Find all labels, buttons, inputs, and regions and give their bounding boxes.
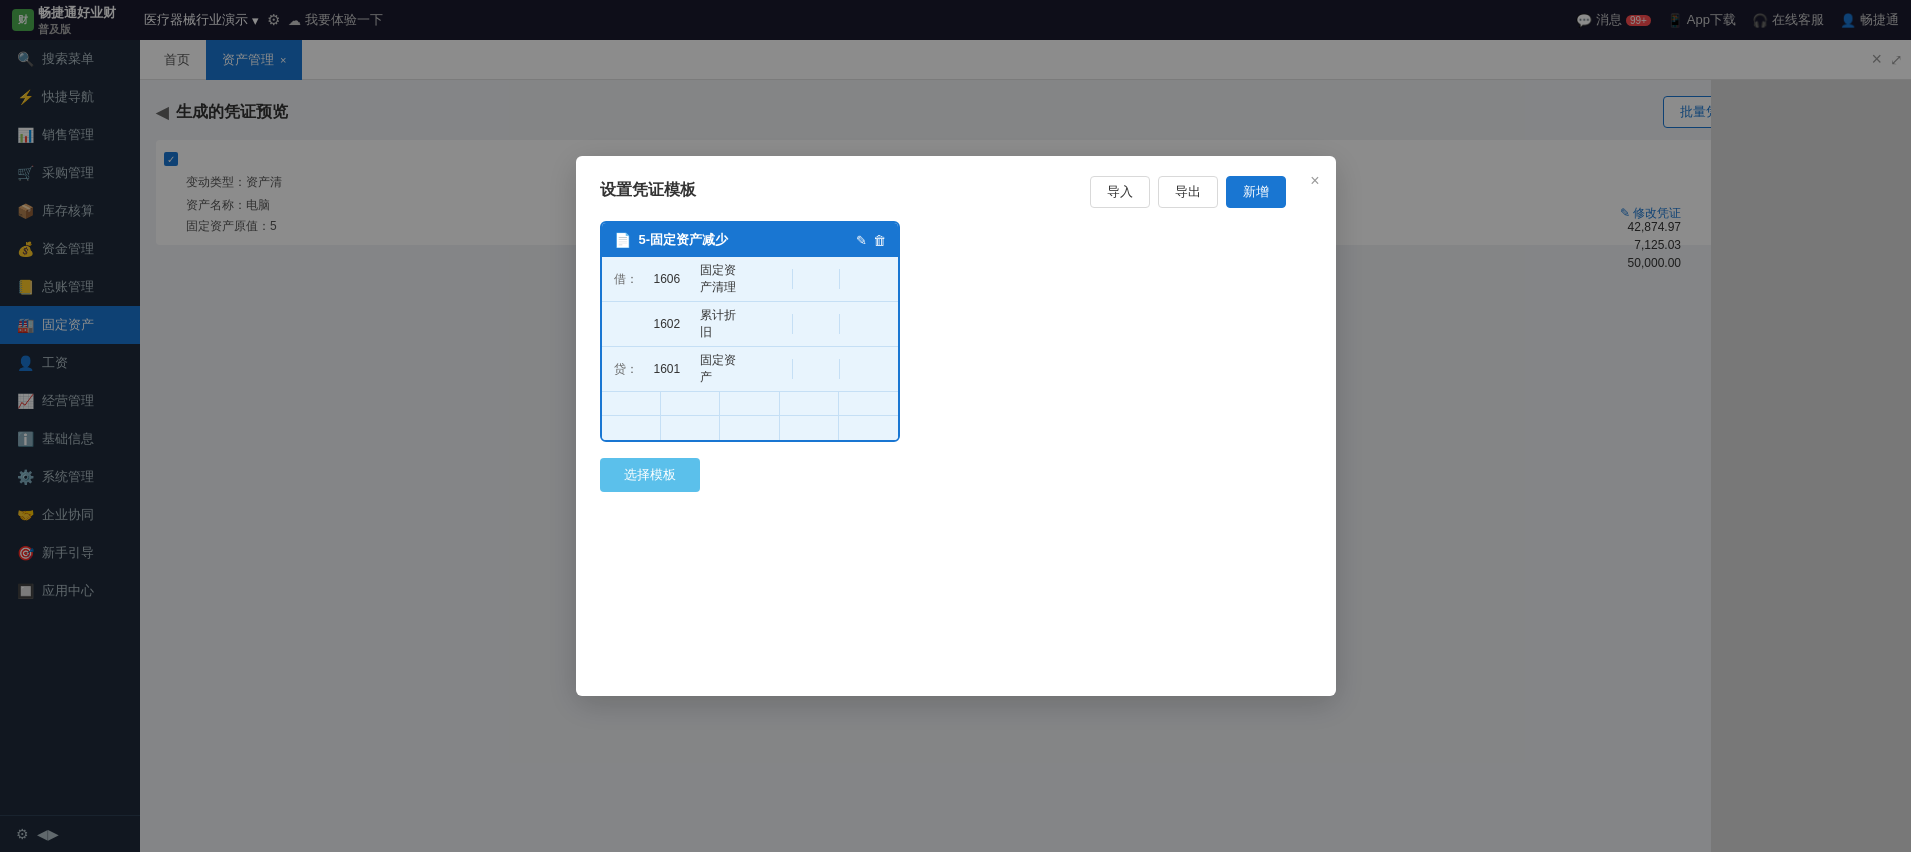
select-template-button[interactable]: 选择模板	[600, 458, 700, 492]
entry-3-name: 固定资产	[700, 352, 746, 386]
entry-1-name: 固定资产清理	[700, 262, 746, 296]
template-card-title: 5-固定资产减少	[639, 231, 848, 249]
entry-1-type: 借：	[614, 271, 654, 288]
template-card-actions: ✎ 🗑	[856, 233, 886, 248]
modal-overlay: 设置凭证模板 导入 导出 新增 × 📄 5-固定资产减少 ✎ 🗑 借：	[0, 0, 1911, 852]
entry-2-col2	[793, 314, 840, 334]
modal-dialog: 设置凭证模板 导入 导出 新增 × 📄 5-固定资产减少 ✎ 🗑 借：	[576, 156, 1336, 696]
template-doc-icon: 📄	[614, 232, 631, 248]
template-card-body: 借： 1606 固定资产清理 1602 累计折旧 贷：	[602, 257, 898, 440]
template-entry-2: 1602 累计折旧	[602, 302, 898, 347]
template-entry-3: 贷： 1601 固定资产	[602, 347, 898, 392]
entry-3-col1	[746, 359, 793, 379]
template-empty-row-1	[602, 392, 898, 416]
import-button[interactable]: 导入	[1090, 176, 1150, 208]
modal-top-actions: 导入 导出 新增	[1090, 176, 1286, 208]
entry-3-code: 1601	[654, 362, 700, 376]
entry-1-col3	[840, 269, 886, 289]
entry-2-code: 1602	[654, 317, 700, 331]
entry-1-col2	[793, 269, 840, 289]
template-card: 📄 5-固定资产减少 ✎ 🗑 借： 1606 固定资产清理	[600, 221, 900, 442]
template-delete-button[interactable]: 🗑	[873, 233, 886, 248]
template-empty-row-2	[602, 416, 898, 440]
template-card-header: 📄 5-固定资产减少 ✎ 🗑	[602, 223, 898, 257]
entry-3-col2	[793, 359, 840, 379]
export-button[interactable]: 导出	[1158, 176, 1218, 208]
entry-2-col1	[746, 314, 793, 334]
entry-3-col3	[840, 359, 886, 379]
entry-3-type: 贷：	[614, 361, 654, 378]
template-edit-button[interactable]: ✎	[856, 233, 867, 248]
modal-close-button[interactable]: ×	[1310, 172, 1319, 190]
entry-2-name: 累计折旧	[700, 307, 746, 341]
new-button[interactable]: 新增	[1226, 176, 1286, 208]
entry-1-col1	[746, 269, 793, 289]
entry-1-code: 1606	[654, 272, 700, 286]
entry-2-col3	[840, 314, 886, 334]
template-entry-1: 借： 1606 固定资产清理	[602, 257, 898, 302]
